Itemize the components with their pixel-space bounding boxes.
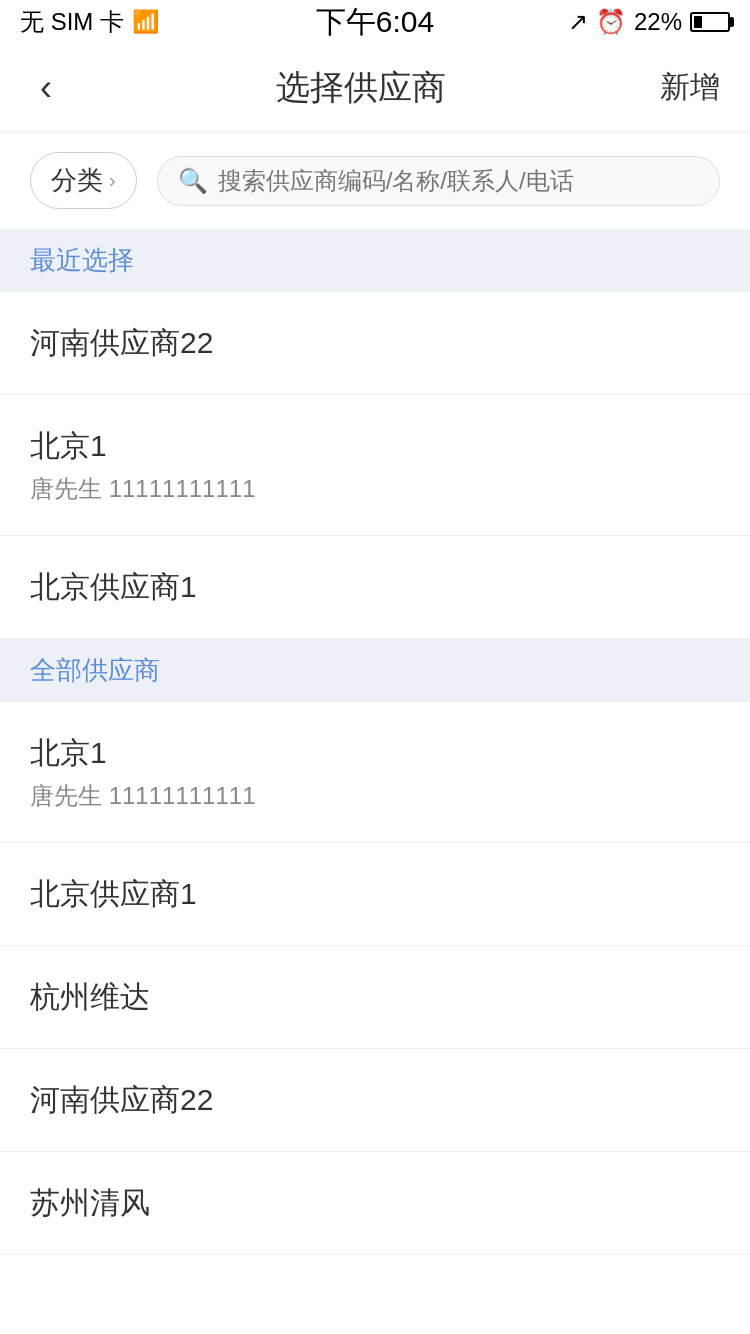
list-item[interactable]: 北京供应商1 <box>0 843 750 946</box>
location-icon: ↗ <box>568 8 588 36</box>
search-icon: 🔍 <box>178 167 208 195</box>
chevron-right-icon: › <box>109 169 116 192</box>
no-sim-text: 无 SIM 卡 <box>20 6 124 38</box>
item-name: 河南供应商22 <box>30 322 720 364</box>
alarm-icon: ⏰ <box>596 8 626 36</box>
item-name: 河南供应商22 <box>30 1079 720 1121</box>
list-item[interactable]: 河南供应商22 <box>0 292 750 395</box>
all-list: 北京1 唐先生 11111111111 北京供应商1 杭州维达河南供应商22 苏州清风 <box>0 702 750 1255</box>
list-item[interactable]: 北京1 唐先生 11111111111 <box>0 395 750 536</box>
wifi-icon: 📶 <box>132 9 159 35</box>
recent-list: 河南供应商22 北京1 唐先生 11111111111 北京供应商1 <box>0 292 750 639</box>
status-bar: 无 SIM 卡 📶 下午6:04 ↗ ⏰ 22% <box>0 0 750 44</box>
page-title: 选择供应商 <box>276 65 446 111</box>
status-left: 无 SIM 卡 📶 <box>20 6 159 38</box>
category-filter[interactable]: 分类 › <box>30 152 137 209</box>
battery-text: 22% <box>634 8 682 36</box>
item-sub: 唐先生 11111111111 <box>30 473 720 505</box>
add-button[interactable]: 新增 <box>660 67 720 108</box>
category-label: 分类 <box>51 163 103 198</box>
status-right: ↗ ⏰ 22% <box>568 8 730 36</box>
item-name: 苏州清风 <box>30 1182 720 1224</box>
battery-fill <box>694 16 702 28</box>
list-item[interactable]: 杭州维达 <box>0 946 750 1049</box>
item-sub: 唐先生 11111111111 <box>30 780 720 812</box>
nav-bar: ‹ 选择供应商 新增 <box>0 44 750 132</box>
list-item[interactable]: 北京供应商1 <box>0 536 750 639</box>
item-name: 北京供应商1 <box>30 873 720 915</box>
list-item[interactable]: 苏州清风 <box>0 1152 750 1255</box>
list-item[interactable]: 北京1 唐先生 11111111111 <box>0 702 750 843</box>
list-item[interactable]: 河南供应商22 <box>0 1049 750 1152</box>
item-name: 杭州维达 <box>30 976 720 1018</box>
recent-section-header: 最近选择 <box>0 229 750 292</box>
back-button[interactable]: ‹ <box>30 57 62 119</box>
all-section-header: 全部供应商 <box>0 639 750 702</box>
search-input[interactable] <box>218 167 699 195</box>
battery-bar <box>690 12 730 32</box>
all-section-label: 全部供应商 <box>30 655 160 685</box>
item-name: 北京1 <box>30 425 720 467</box>
filter-bar: 分类 › 🔍 <box>0 132 750 229</box>
item-name: 北京供应商1 <box>30 566 720 608</box>
status-time: 下午6:04 <box>316 2 434 43</box>
item-name: 北京1 <box>30 732 720 774</box>
search-box[interactable]: 🔍 <box>157 156 720 206</box>
recent-section-label: 最近选择 <box>30 245 134 275</box>
